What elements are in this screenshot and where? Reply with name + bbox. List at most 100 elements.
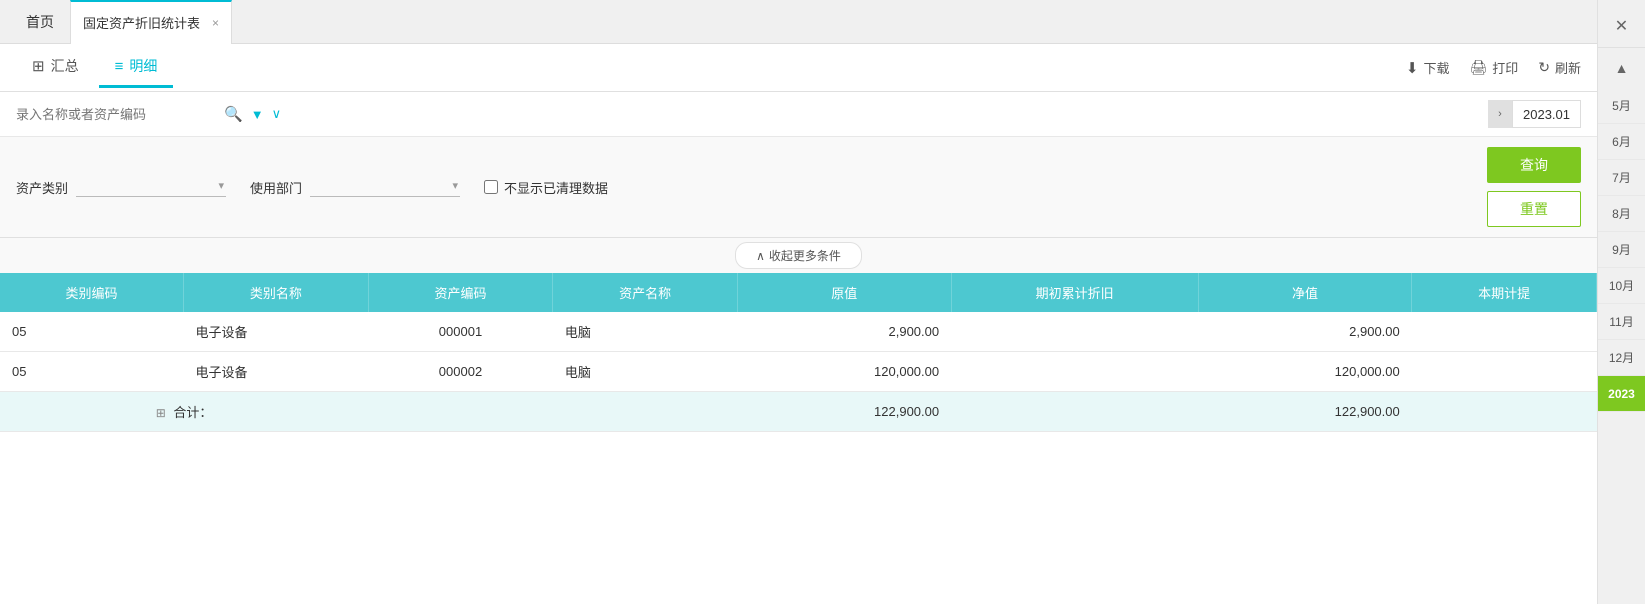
sub-tabs-bar: ⊞ 汇总 ≡ 明细 ⬇ 下载 🖨 打印 ↻ 刷新 — [0, 44, 1597, 92]
sidebar-close-icon[interactable]: ✕ — [1598, 4, 1645, 48]
sidebar-month-item[interactable]: 8月 — [1598, 196, 1645, 232]
hide-cleared-checkbox[interactable] — [484, 180, 498, 194]
total-empty-name — [553, 392, 738, 432]
th-asset-code: 资产编码 — [368, 273, 553, 312]
collapse-label: 收起更多条件 — [769, 247, 841, 264]
cell-category-name: 电子设备 — [183, 312, 368, 352]
date-value: 2023.01 — [1512, 100, 1581, 128]
tab-active[interactable]: 固定资产折旧统计表 × — [70, 0, 232, 44]
search-bar: 🔍 ▼ ∨ › 2023.01 — [0, 92, 1597, 137]
table-body: 05 电子设备 000001 电脑 2,900.00 2,900.00 05 电… — [0, 312, 1597, 432]
sidebar-month-item[interactable]: 10月 — [1598, 268, 1645, 304]
detail-icon: ≡ — [115, 58, 124, 75]
query-button[interactable]: 查询 — [1487, 147, 1581, 183]
asset-category-select[interactable] — [76, 177, 226, 197]
filter-row: 资产类别 使用部门 不显示已清理数据 — [16, 147, 1581, 227]
more-conditions-toggle[interactable]: ▼ ∨ — [251, 106, 281, 122]
cell-accumulated-depreciation — [951, 352, 1198, 392]
sidebar-nav-up: ▲ — [1598, 48, 1645, 88]
total-original-value: 122,900.00 — [738, 392, 952, 432]
sub-tabs-left: ⊞ 汇总 ≡ 明细 — [16, 44, 173, 91]
cell-category-code: 05 — [0, 352, 183, 392]
total-label-cell: ⊞ 合计： — [0, 392, 368, 432]
th-asset-name: 资产名称 — [553, 273, 738, 312]
cell-net-value: 2,900.00 — [1198, 312, 1412, 352]
table-row: 05 电子设备 000001 电脑 2,900.00 2,900.00 — [0, 312, 1597, 352]
chevron-down-icon: ∨ — [272, 106, 282, 122]
hide-cleared-label: 不显示已清理数据 — [504, 178, 608, 197]
department-select[interactable] — [310, 177, 460, 197]
refresh-action[interactable]: ↻ 刷新 — [1538, 58, 1581, 77]
table-header-row: 类别编码 类别名称 资产编码 资产名称 原值 期初累计折旧 净值 本期计提 — [0, 273, 1597, 312]
table-container: 类别编码 类别名称 资产编码 资产名称 原值 期初累计折旧 净值 本期计提 05… — [0, 273, 1597, 604]
sidebar-month-item[interactable]: 6月 — [1598, 124, 1645, 160]
search-input[interactable] — [16, 107, 216, 122]
table-total-row: ⊞ 合计： 122,900.00 122,900.00 — [0, 392, 1597, 432]
cell-category-code: 05 — [0, 312, 183, 352]
total-empty-code — [368, 392, 553, 432]
cell-original-value: 120,000.00 — [738, 352, 952, 392]
download-action[interactable]: ⬇ 下载 — [1406, 58, 1450, 77]
th-category-name: 类别名称 — [183, 273, 368, 312]
tab-detail[interactable]: ≡ 明细 — [99, 48, 174, 88]
refresh-icon: ↻ — [1538, 59, 1550, 76]
collapse-icon: ∧ — [756, 249, 765, 263]
total-accumulated-depreciation — [951, 392, 1198, 432]
search-icon[interactable]: 🔍 — [224, 105, 243, 123]
filter-icon: ▼ — [251, 107, 264, 122]
tab-summary[interactable]: ⊞ 汇总 — [16, 48, 95, 88]
th-net-value: 净值 — [1198, 273, 1412, 312]
print-action[interactable]: 🖨 打印 — [1469, 58, 1518, 77]
department-label: 使用部门 — [250, 178, 302, 197]
filter-area: 资产类别 使用部门 不显示已清理数据 — [0, 137, 1597, 238]
cell-asset-name: 电脑 — [553, 352, 738, 392]
print-icon: 🖨 — [1469, 59, 1487, 76]
sidebar-month-item[interactable]: 9月 — [1598, 232, 1645, 268]
th-category-code: 类别编码 — [0, 273, 183, 312]
cell-category-name: 电子设备 — [183, 352, 368, 392]
filter-actions: 查询 重置 — [1487, 147, 1581, 227]
cell-accumulated-depreciation — [951, 312, 1198, 352]
total-current-provision — [1412, 392, 1597, 432]
collapse-button[interactable]: ∧ 收起更多条件 — [735, 242, 862, 269]
cell-asset-name: 电脑 — [553, 312, 738, 352]
asset-category-select-wrap — [76, 177, 226, 197]
th-accumulated-depreciation: 期初累计折旧 — [951, 273, 1198, 312]
sidebar-month-item[interactable]: 12月 — [1598, 340, 1645, 376]
filter-asset-category: 资产类别 — [16, 177, 226, 197]
cell-current-provision — [1412, 312, 1597, 352]
summary-icon: ⊞ — [32, 57, 45, 75]
assets-table: 类别编码 类别名称 资产编码 资产名称 原值 期初累计折旧 净值 本期计提 05… — [0, 273, 1597, 432]
sub-tabs-right: ⬇ 下载 🖨 打印 ↻ 刷新 — [1406, 58, 1581, 77]
sidebar-nav-up-btn[interactable]: ▲ — [1606, 52, 1638, 84]
asset-category-label: 资产类别 — [16, 178, 68, 197]
date-prev-arrow[interactable]: › — [1488, 100, 1512, 128]
tab-active-label: 固定资产折旧统计表 — [83, 13, 200, 32]
refresh-label: 刷新 — [1555, 58, 1581, 77]
sidebar-months-list: 5月6月7月8月9月10月11月12月2023 — [1598, 88, 1645, 412]
download-label: 下载 — [1423, 58, 1449, 77]
cell-original-value: 2,900.00 — [738, 312, 952, 352]
tab-close-icon[interactable]: × — [212, 16, 219, 30]
top-tabs-bar: 首页 固定资产折旧统计表 × — [0, 0, 1597, 44]
collapse-row: ∧ 收起更多条件 — [0, 238, 1597, 273]
sidebar-month-item[interactable]: 7月 — [1598, 160, 1645, 196]
sidebar-month-item[interactable]: 11月 — [1598, 304, 1645, 340]
filter-department: 使用部门 — [250, 177, 460, 197]
cell-current-provision — [1412, 352, 1597, 392]
cell-net-value: 120,000.00 — [1198, 352, 1412, 392]
reset-button[interactable]: 重置 — [1487, 191, 1581, 227]
tab-home-label: 首页 — [26, 12, 54, 32]
table-row: 05 电子设备 000002 电脑 120,000.00 120,000.00 — [0, 352, 1597, 392]
sidebar-month-item[interactable]: 5月 — [1598, 88, 1645, 124]
print-label: 打印 — [1492, 58, 1518, 77]
total-label: 合计： — [173, 405, 212, 420]
total-icon: ⊞ — [156, 406, 166, 420]
th-current-provision: 本期计提 — [1412, 273, 1597, 312]
department-select-wrap — [310, 177, 460, 197]
tab-home[interactable]: 首页 — [10, 0, 70, 44]
date-badge: › 2023.01 — [1488, 100, 1581, 128]
hide-cleared-checkbox-label[interactable]: 不显示已清理数据 — [484, 178, 608, 197]
cell-asset-code: 000002 — [368, 352, 553, 392]
sidebar-year-badge[interactable]: 2023 — [1598, 376, 1645, 412]
